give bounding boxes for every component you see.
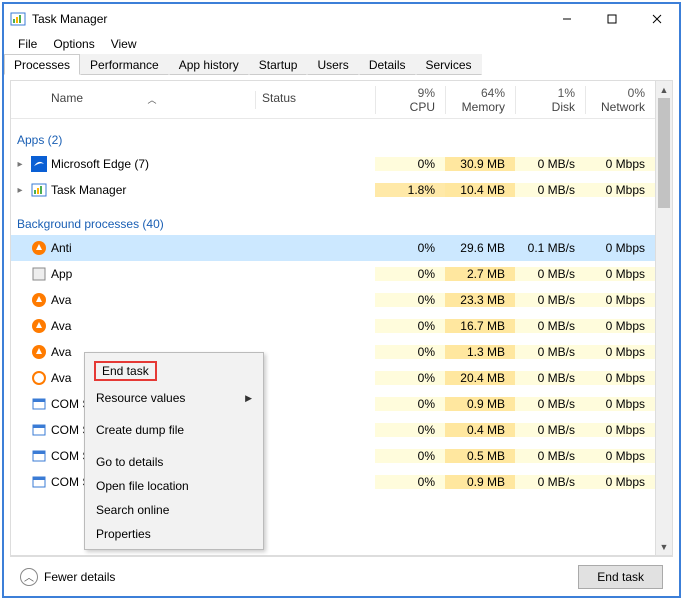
com-icon — [29, 474, 49, 490]
group-background: Background processes (40) — [11, 203, 655, 235]
scroll-up-icon[interactable]: ▲ — [656, 81, 672, 98]
tab-app-history[interactable]: App history — [169, 54, 249, 75]
window: Task Manager File Options View Processes… — [2, 2, 681, 598]
scroll-thumb[interactable] — [658, 98, 670, 208]
content-area: Name ︿ Status 9% CPU 64% Memory 1% Disk — [4, 76, 679, 596]
table-row[interactable]: Ava 0% 16.7 MB 0 MB/s 0 Mbps — [11, 313, 655, 339]
menu-file[interactable]: File — [10, 35, 45, 53]
table-row[interactable]: App 0% 2.7 MB 0 MB/s 0 Mbps — [11, 261, 655, 287]
window-controls — [544, 4, 679, 34]
avast-icon — [29, 240, 49, 256]
tab-performance[interactable]: Performance — [80, 54, 169, 75]
tab-processes[interactable]: Processes — [4, 54, 80, 75]
ctx-search-online[interactable]: Search online — [88, 498, 260, 522]
chevron-up-icon: ︿ — [20, 568, 38, 586]
col-disk[interactable]: 1% Disk — [515, 86, 585, 114]
scroll-down-icon[interactable]: ▼ — [656, 538, 672, 555]
avast-icon — [29, 318, 49, 334]
ctx-properties[interactable]: Properties — [88, 522, 260, 546]
tab-details[interactable]: Details — [359, 54, 416, 75]
menubar: File Options View — [4, 34, 679, 54]
ctx-open-location[interactable]: Open file location — [88, 474, 260, 498]
titlebar: Task Manager — [4, 4, 679, 34]
tab-services[interactable]: Services — [416, 54, 482, 75]
maximize-button[interactable] — [589, 4, 634, 34]
com-icon — [29, 448, 49, 464]
bottom-bar: ︿ Fewer details End task — [10, 556, 673, 596]
ctx-go-details[interactable]: Go to details — [88, 450, 260, 474]
column-headers: Name ︿ Status 9% CPU 64% Memory 1% Disk — [11, 81, 655, 119]
col-network[interactable]: 0% Network — [585, 86, 655, 114]
menu-options[interactable]: Options — [45, 35, 102, 53]
edge-icon — [29, 156, 49, 172]
close-button[interactable] — [634, 4, 679, 34]
avast-outline-icon — [29, 370, 49, 386]
ctx-end-task[interactable]: End task — [88, 356, 260, 386]
com-icon — [29, 422, 49, 438]
col-cpu[interactable]: 9% CPU — [375, 86, 445, 114]
task-manager-icon — [29, 182, 49, 198]
minimize-button[interactable] — [544, 4, 589, 34]
menu-view[interactable]: View — [103, 35, 145, 53]
group-apps: Apps (2) — [11, 119, 655, 151]
vertical-scrollbar[interactable]: ▲ ▼ — [655, 81, 672, 555]
tabbar: Processes Performance App history Startu… — [4, 54, 679, 76]
fewer-details-button[interactable]: ︿ Fewer details — [20, 568, 115, 586]
table-row[interactable]: Anti 0% 29.6 MB 0.1 MB/s 0 Mbps — [11, 235, 655, 261]
ctx-resource-values[interactable]: Resource values▶ — [88, 386, 260, 410]
chevron-right-icon[interactable]: ▸ — [11, 185, 29, 196]
avast-icon — [29, 292, 49, 308]
generic-app-icon — [29, 266, 49, 282]
table-row[interactable]: ▸ Microsoft Edge (7) 0% 30.9 MB 0 MB/s 0… — [11, 151, 655, 177]
avast-icon — [29, 344, 49, 360]
app-icon — [10, 11, 26, 27]
tab-users[interactable]: Users — [307, 54, 358, 75]
window-title: Task Manager — [32, 12, 544, 26]
chevron-right-icon[interactable]: ▸ — [11, 159, 29, 170]
table-row[interactable]: Ava 0% 23.3 MB 0 MB/s 0 Mbps — [11, 287, 655, 313]
end-task-button[interactable]: End task — [578, 565, 663, 589]
col-status[interactable]: Status — [255, 91, 375, 109]
submenu-arrow-icon: ▶ — [245, 393, 252, 404]
col-memory[interactable]: 64% Memory — [445, 86, 515, 114]
com-icon — [29, 396, 49, 412]
ctx-create-dump[interactable]: Create dump file — [88, 418, 260, 442]
sort-indicator-icon: ︿ — [49, 93, 255, 106]
context-menu: End task Resource values▶ Create dump fi… — [84, 352, 264, 550]
tab-startup[interactable]: Startup — [249, 54, 308, 75]
table-row[interactable]: ▸ Task Manager 1.8% 10.4 MB 0 MB/s 0 Mbp… — [11, 177, 655, 203]
